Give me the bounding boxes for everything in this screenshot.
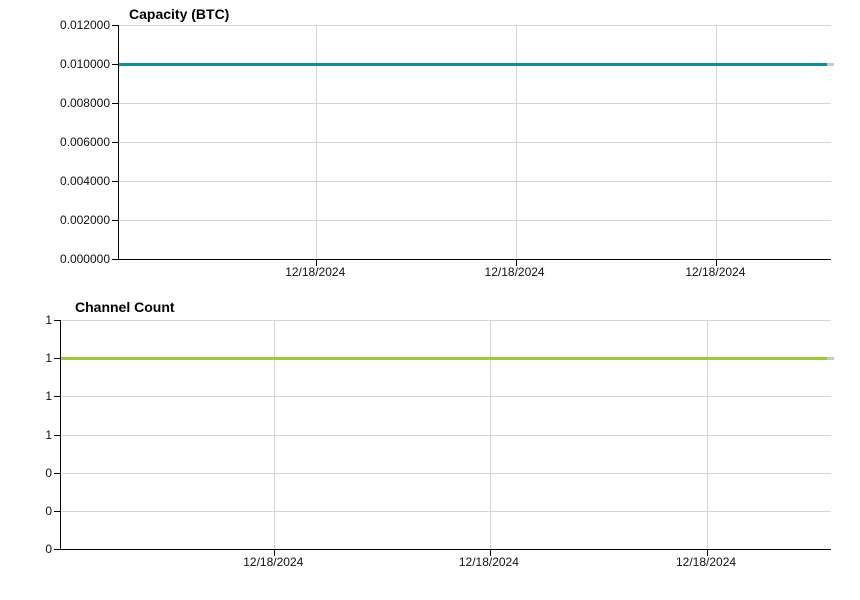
horizontal-gridline [61,510,831,512]
horizontal-gridline [61,396,831,398]
y-tick-label: 0 [45,503,52,518]
y-tick-label: 0.008000 [59,95,110,110]
y-tick-label: 1 [45,427,52,442]
y-axis-tick [112,142,118,143]
y-axis-tick [112,25,118,26]
y-tick-label: 1 [45,351,52,366]
node-stats-charts-page: Capacity (BTC) 0.012000 0.010000 0.00800… [0,0,860,600]
y-axis-tick [54,549,60,550]
y-axis-tick [112,259,118,260]
capacity-series-line-end-cap [827,63,834,66]
vertical-gridline [489,320,491,549]
capacity-series-line[interactable] [119,63,827,66]
y-axis-tick [54,472,60,474]
horizontal-gridline [61,320,831,321]
y-tick-label: 0.010000 [59,57,110,71]
y-axis-tick [54,434,60,436]
y-tick-label: 0.002000 [59,212,110,227]
y-axis-tick [112,64,118,65]
y-axis-tick [54,320,60,321]
y-tick-label: 1 [45,389,52,404]
channel-count-plot-area [54,320,834,556]
channel-count-y-axis-labels: 1 1 1 1 0 0 0 [16,314,52,555]
x-tick-label: 12/18/2024 [243,555,304,569]
y-tick-label: 0.006000 [59,135,110,149]
x-tick-label: 12/18/2024 [285,265,346,279]
horizontal-gridline [119,219,831,221]
y-tick-label: 1 [45,313,52,327]
x-tick-label: 12/18/2024 [458,555,519,569]
channel-count-x-axis-labels: 12/18/2024 12/18/2024 12/18/2024 [60,556,830,572]
y-axis-tick [112,181,118,182]
capacity-plot-area [112,25,834,266]
y-axis-tick [112,219,118,221]
channel-count-series-line-end-cap [827,357,834,361]
y-axis-tick [54,510,60,512]
horizontal-gridline [61,434,831,436]
x-tick-label: 12/18/2024 [675,555,737,569]
vertical-gridline [716,25,718,259]
capacity-chart-title: Capacity (BTC) [129,6,230,22]
vertical-gridline [707,320,709,549]
vertical-gridline [316,25,318,259]
x-tick-label: 12/18/2024 [484,265,545,279]
y-tick-label: 0.012000 [59,18,110,32]
horizontal-gridline [119,25,831,26]
channel-count-chart-title: Channel Count [75,299,175,315]
y-axis-tick [54,358,60,360]
capacity-y-axis-labels: 0.012000 0.010000 0.008000 0.006000 0.00… [30,19,110,265]
horizontal-gridline [61,472,831,474]
y-tick-label: 0.004000 [59,174,110,188]
y-tick-label: 0.000000 [59,252,110,266]
vertical-gridline [515,25,517,259]
y-tick-label: 0 [45,465,52,480]
vertical-gridline [274,320,276,549]
x-tick-label: 12/18/2024 [685,265,746,279]
y-tick-label: 0 [45,542,52,556]
horizontal-gridline [119,102,831,104]
horizontal-gridline [119,142,831,143]
y-axis-tick [54,396,60,398]
y-axis-tick [112,102,118,104]
capacity-x-axis-labels: 12/18/2024 12/18/2024 12/18/2024 [118,266,830,282]
horizontal-gridline [119,181,831,182]
channel-count-series-line[interactable] [61,357,827,361]
